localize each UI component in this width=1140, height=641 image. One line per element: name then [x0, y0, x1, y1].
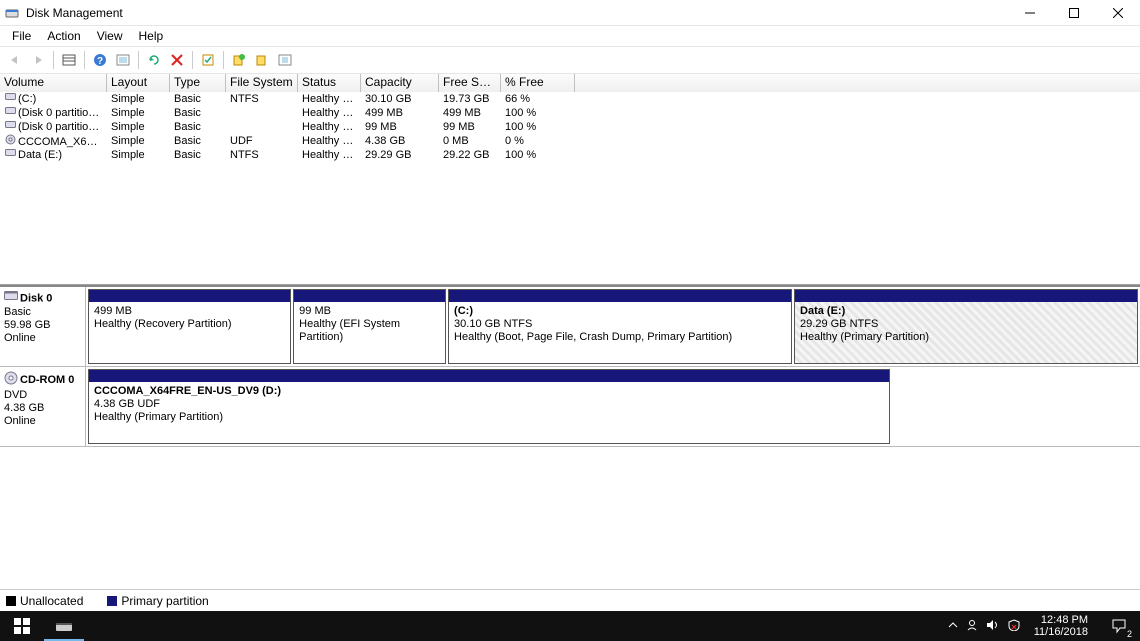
tray-people-icon[interactable]	[966, 619, 978, 634]
partition-bar	[449, 290, 791, 302]
menubar: File Action View Help	[0, 26, 1140, 46]
menu-action[interactable]: Action	[39, 27, 88, 45]
disk-icon	[4, 291, 18, 306]
tray-chevron-up-icon[interactable]	[948, 620, 958, 633]
legend: Unallocated Primary partition	[0, 589, 1140, 611]
tray-volume-icon[interactable]	[986, 619, 1000, 634]
clock-date: 11/16/2018	[1034, 626, 1088, 638]
taskbar: 12:48 PM 11/16/2018 2	[0, 611, 1140, 641]
partition[interactable]: 99 MBHealthy (EFI System Partition)	[293, 289, 446, 364]
partition[interactable]: CCCOMA_X64FRE_EN-US_DV9 (D:)4.38 GB UDFH…	[88, 369, 890, 444]
disk-map: Disk 0Basic59.98 GBOnline499 MBHealthy (…	[0, 285, 1140, 447]
table-row[interactable]: (Disk 0 partition 1)SimpleBasicHealthy (…	[0, 106, 1140, 120]
partition-bar	[294, 290, 445, 302]
col-capacity[interactable]: Capacity	[361, 74, 439, 92]
col-free[interactable]: Free Spa...	[439, 74, 501, 92]
notification-count: 2	[1127, 629, 1132, 639]
col-filesystem[interactable]: File System	[226, 74, 298, 92]
legend-unallocated-swatch	[6, 596, 16, 606]
partitions: 499 MBHealthy (Recovery Partition)99 MBH…	[86, 287, 1140, 366]
volume-icon	[4, 134, 16, 145]
disk-row: CD-ROM 0DVD4.38 GBOnlineCCCOMA_X64FRE_EN…	[0, 367, 1140, 447]
table-row[interactable]: CCCOMA_X64FRE...SimpleBasicUDFHealthy (P…	[0, 134, 1140, 148]
volume-icon	[4, 121, 16, 130]
window-title: Disk Management	[26, 6, 123, 20]
clock-time: 12:48 PM	[1034, 614, 1088, 626]
svg-text:?: ?	[97, 56, 103, 67]
legend-primary-swatch	[107, 596, 117, 606]
table-row[interactable]: (Disk 0 partition 2)SimpleBasicHealthy (…	[0, 120, 1140, 134]
toolbar: ?	[0, 46, 1140, 74]
legend-unallocated-label: Unallocated	[20, 594, 83, 608]
properties-button[interactable]	[197, 49, 219, 71]
refresh-button[interactable]	[143, 49, 165, 71]
partitions: CCCOMA_X64FRE_EN-US_DV9 (D:)4.38 GB UDFH…	[86, 367, 1140, 446]
show-hide-tree-button[interactable]	[58, 49, 80, 71]
volume-icon	[4, 107, 16, 116]
disk-row: Disk 0Basic59.98 GBOnline499 MBHealthy (…	[0, 287, 1140, 367]
clock[interactable]: 12:48 PM 11/16/2018	[1028, 614, 1094, 638]
back-button[interactable]	[4, 49, 26, 71]
help-button[interactable]: ?	[89, 49, 111, 71]
app-icon	[4, 5, 20, 21]
new-volume-button[interactable]	[228, 49, 250, 71]
partition-bar	[89, 290, 290, 302]
start-button[interactable]	[0, 611, 44, 641]
titlebar: Disk Management	[0, 0, 1140, 26]
action-center-button[interactable]: 2	[1102, 611, 1136, 641]
col-pctfree[interactable]: % Free	[501, 74, 575, 92]
disk-icon	[4, 371, 18, 389]
minimize-button[interactable]	[1008, 0, 1052, 26]
col-layout[interactable]: Layout	[107, 74, 170, 92]
partition[interactable]: 499 MBHealthy (Recovery Partition)	[88, 289, 291, 364]
col-type[interactable]: Type	[170, 74, 226, 92]
maximize-button[interactable]	[1052, 0, 1096, 26]
attach-vhd-button[interactable]	[251, 49, 273, 71]
taskbar-app-diskmgmt[interactable]	[44, 611, 84, 641]
table-row[interactable]: (C:)SimpleBasicNTFSHealthy (B...30.10 GB…	[0, 92, 1140, 106]
col-volume[interactable]: Volume	[0, 74, 107, 92]
legend-primary-label: Primary partition	[121, 594, 208, 608]
partition-bar	[795, 290, 1137, 302]
volume-icon	[4, 93, 16, 102]
forward-button[interactable]	[27, 49, 49, 71]
menu-help[interactable]: Help	[131, 27, 172, 45]
volume-table: Volume Layout Type File System Status Ca…	[0, 74, 1140, 285]
volume-icon	[4, 149, 16, 158]
disk-info[interactable]: CD-ROM 0DVD4.38 GBOnline	[0, 367, 86, 446]
settings-button[interactable]	[112, 49, 134, 71]
table-row[interactable]: Data (E:)SimpleBasicNTFSHealthy (P...29.…	[0, 148, 1140, 162]
close-button[interactable]	[1096, 0, 1140, 26]
delete-button[interactable]	[166, 49, 188, 71]
tray-security-icon[interactable]	[1008, 619, 1020, 634]
col-status[interactable]: Status	[298, 74, 361, 92]
disk-info[interactable]: Disk 0Basic59.98 GBOnline	[0, 287, 86, 366]
detach-vhd-button[interactable]	[274, 49, 296, 71]
partition-bar	[89, 370, 889, 382]
table-header: Volume Layout Type File System Status Ca…	[0, 74, 1140, 92]
partition[interactable]: Data (E:)29.29 GB NTFSHealthy (Primary P…	[794, 289, 1138, 364]
menu-file[interactable]: File	[4, 27, 39, 45]
menu-view[interactable]: View	[89, 27, 131, 45]
system-tray: 12:48 PM 11/16/2018 2	[948, 611, 1140, 641]
partition[interactable]: (C:)30.10 GB NTFSHealthy (Boot, Page Fil…	[448, 289, 792, 364]
